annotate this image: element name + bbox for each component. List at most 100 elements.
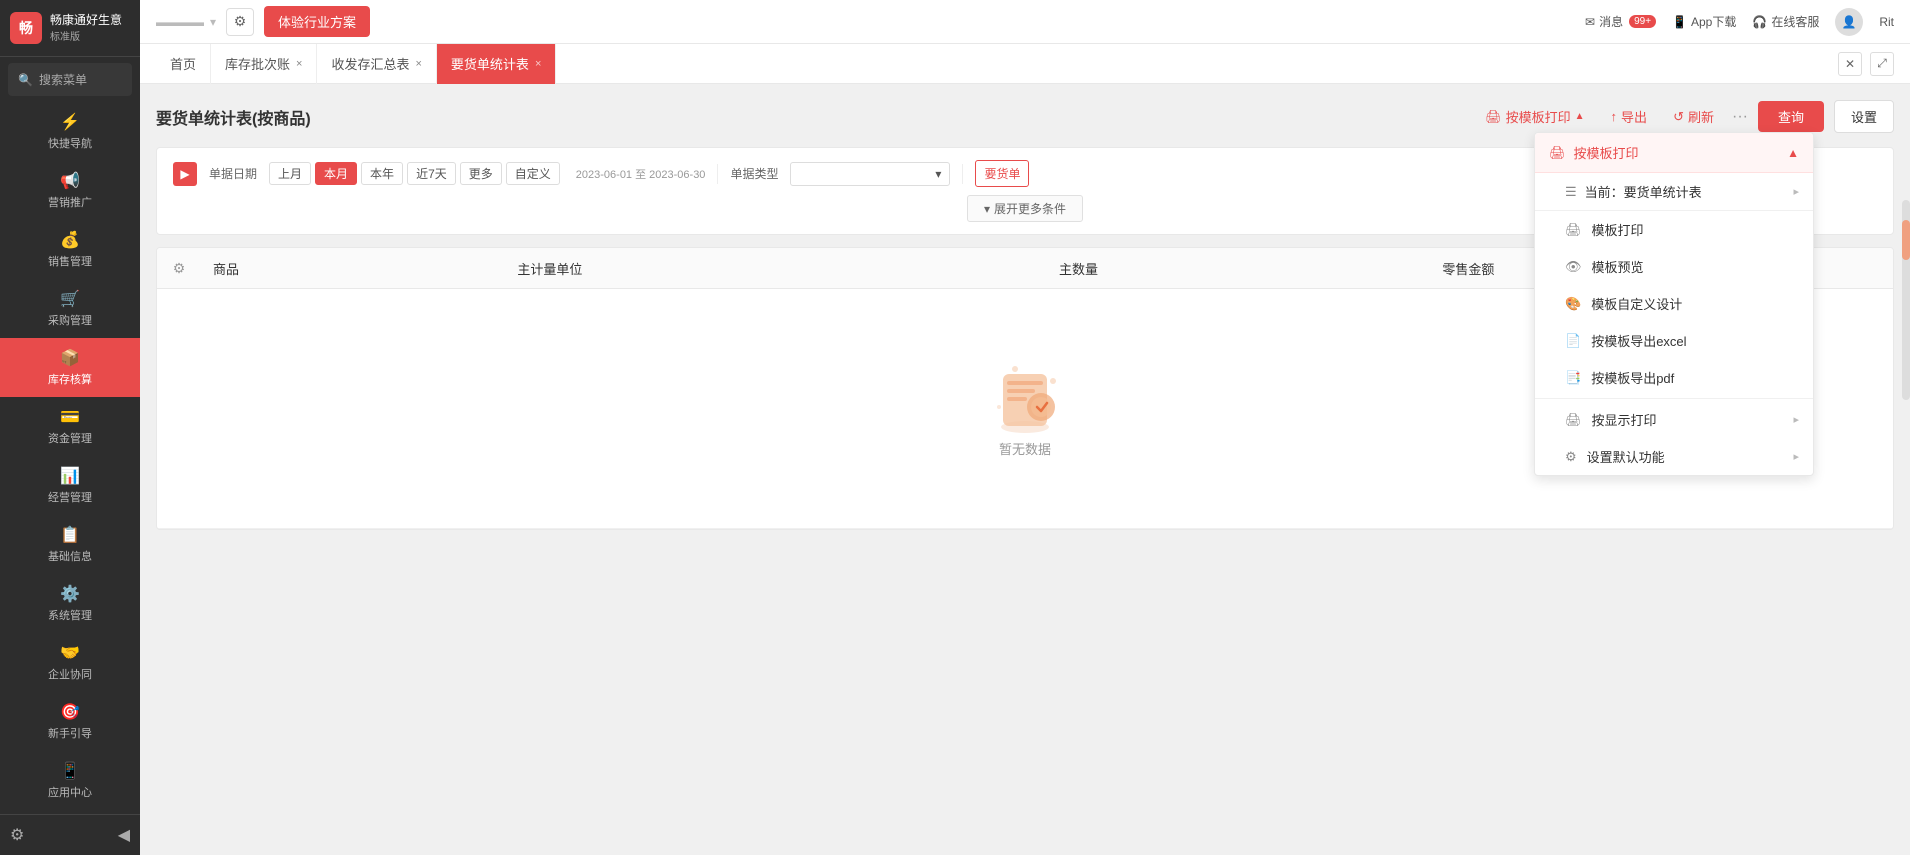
expand-more-button[interactable]: ▾ 展开更多条件 — [967, 195, 1083, 222]
sidebar-item-marketing[interactable]: 📢 营销推广 — [0, 161, 140, 220]
sidebar-nav: ⚡ 快捷导航 📢 营销推广 💰 销售管理 🛒 采购管理 📦 库存核算 💳 资金管… — [0, 102, 140, 814]
default-func-icon: ⚙ — [1565, 449, 1577, 465]
newbie-label: 新手引导 — [48, 725, 92, 741]
print-label: 按模板打印 — [1506, 107, 1571, 126]
template-preview-icon: 👁 — [1565, 259, 1582, 275]
username-label: Rit — [1879, 15, 1894, 29]
user-avatar[interactable]: 👤 — [1835, 8, 1863, 36]
sidebar-item-quick-nav[interactable]: ⚡ 快捷导航 — [0, 102, 140, 161]
dropdown-item-template-design[interactable]: 🎨 模板自定义设计 — [1535, 285, 1813, 322]
setting-button[interactable]: 设置 — [1834, 100, 1894, 133]
settings-footer-icon[interactable]: ⚙ — [10, 825, 24, 845]
order-type-select[interactable]: ▾ — [790, 162, 950, 186]
online-service-icon: 🎧 — [1752, 15, 1767, 29]
message-icon: ✉ — [1585, 15, 1595, 29]
more-actions-icon[interactable]: ··· — [1732, 108, 1748, 126]
date-btn-this-year[interactable]: 本年 — [361, 162, 403, 185]
topbar-settings-button[interactable]: ⚙ — [226, 8, 254, 36]
appstore-icon: 📱 — [60, 761, 80, 781]
tab-order-stats[interactable]: 要货单统计表 × — [437, 44, 556, 84]
tabs-close-all-button[interactable]: ✕ — [1838, 52, 1862, 76]
sales-icon: 💰 — [60, 230, 80, 250]
online-service-button[interactable]: 🎧 在线客服 — [1752, 13, 1819, 30]
marketing-label: 营销推广 — [48, 194, 92, 210]
right-scrollbar[interactable] — [1902, 200, 1910, 400]
sidebar-item-basic[interactable]: 📋 基础信息 — [0, 515, 140, 574]
refresh-button[interactable]: ↺ 刷新 — [1665, 103, 1722, 130]
finance-icon: 💳 — [60, 407, 80, 427]
sidebar-item-finance[interactable]: 💳 资金管理 — [0, 397, 140, 456]
date-btn-last-month[interactable]: 上月 — [269, 162, 311, 185]
finance-label: 资金管理 — [48, 430, 92, 446]
sidebar-item-sales[interactable]: 💰 销售管理 — [0, 220, 140, 279]
tab-receipt-summary[interactable]: 收发存汇总表 × — [317, 44, 436, 84]
tab-receipt-summary-label: 收发存汇总表 — [331, 54, 409, 73]
date-btn-7days[interactable]: 近7天 — [407, 162, 456, 185]
filter-expand-icon[interactable]: ▶ — [173, 162, 197, 186]
message-badge: 99+ — [1629, 15, 1656, 28]
filter-divider-1 — [717, 164, 718, 184]
tab-batch-account-close[interactable]: × — [296, 58, 302, 70]
display-print-icon: 🖨 — [1565, 412, 1582, 428]
sidebar-item-purchase[interactable]: 🛒 采购管理 — [0, 279, 140, 338]
tab-batch-account[interactable]: 库存批次账 × — [211, 44, 317, 84]
sidebar-item-inventory[interactable]: 📦 库存核算 — [0, 338, 140, 397]
col-quantity: 主数量 — [1047, 248, 1430, 289]
col-unit: 主计量单位 — [505, 248, 1047, 289]
purchase-icon: 🛒 — [60, 289, 80, 309]
dropdown-item-export-excel[interactable]: 📄 按模板导出excel — [1535, 322, 1813, 359]
template-preview-label: 模板预览 — [1592, 257, 1644, 276]
filter-divider-2 — [962, 164, 963, 184]
print-template-button[interactable]: 🖨 按模板打印 ▲ — [1477, 103, 1592, 130]
dropdown-item-export-pdf[interactable]: 📑 按模板导出pdf — [1535, 359, 1813, 396]
dropdown-current-item[interactable]: ☰ 当前：要货单统计表 ▸ — [1535, 173, 1813, 211]
marketing-icon: 📢 — [60, 171, 80, 191]
message-label: 消息 — [1599, 13, 1623, 30]
quick-nav-icon: ⚡ — [60, 112, 80, 132]
app-download-button[interactable]: 📱 App下载 — [1672, 13, 1736, 30]
print-icon: 🖨 — [1485, 109, 1502, 125]
sidebar-item-operation[interactable]: 📊 经营管理 — [0, 456, 140, 515]
export-label: 导出 — [1621, 107, 1647, 126]
date-btn-custom[interactable]: 自定义 — [506, 162, 560, 185]
sidebar-search[interactable]: 🔍 搜索菜单 — [8, 63, 132, 96]
dropdown-item-display-print[interactable]: 🖨 按显示打印 ▸ — [1535, 401, 1813, 438]
app-sub: 标准版 — [50, 28, 122, 43]
tabs-expand-button[interactable]: ⤢ — [1870, 52, 1894, 76]
online-service-label: 在线客服 — [1771, 13, 1819, 30]
inventory-label: 库存核算 — [48, 371, 92, 387]
breadcrumb-text: ▬▬▬▬ — [156, 15, 204, 29]
sidebar-item-corp[interactable]: 🤝 企业协同 — [0, 633, 140, 692]
date-btn-more[interactable]: 更多 — [460, 162, 502, 185]
expand-more-icon: ▾ — [984, 202, 990, 216]
sidebar-item-system[interactable]: ⚙️ 系统管理 — [0, 574, 140, 633]
quick-nav-label: 快捷导航 — [48, 135, 92, 151]
logo-icon: 畅 — [10, 12, 42, 44]
industry-solution-button[interactable]: 体验行业方案 — [264, 6, 370, 37]
dropdown-item-default-func[interactable]: ⚙ 设置默认功能 ▸ — [1535, 438, 1813, 475]
search-icon: 🔍 — [18, 73, 33, 87]
app-download-icon: 📱 — [1672, 15, 1687, 29]
audio-footer-icon[interactable]: ◀ — [118, 825, 130, 845]
main-content: ▬▬▬▬ ▾ ⚙ 体验行业方案 ✉ 消息 99+ 📱 App下载 🎧 在线客服 … — [140, 0, 1910, 855]
date-btn-this-month[interactable]: 本月 — [315, 162, 357, 185]
newbie-icon: 🎯 — [60, 702, 80, 722]
query-button[interactable]: 查询 — [1758, 101, 1824, 132]
dropdown-item-template-preview[interactable]: 👁 模板预览 — [1535, 248, 1813, 285]
sidebar-item-newbie[interactable]: 🎯 新手引导 — [0, 692, 140, 751]
dropdown-item-template-print[interactable]: 🖨 模板打印 — [1535, 211, 1813, 248]
export-excel-icon: 📄 — [1565, 333, 1581, 349]
sidebar-item-appstore[interactable]: 📱 应用中心 — [0, 751, 140, 810]
sidebar: 畅 畅康通好生意 标准版 🔍 搜索菜单 ⚡ 快捷导航 📢 营销推广 💰 销售管理… — [0, 0, 140, 855]
tab-home[interactable]: 首页 — [156, 44, 211, 84]
default-func-chevron: ▸ — [1793, 450, 1799, 463]
inventory-icon: 📦 — [60, 348, 80, 368]
export-button[interactable]: ↑ 导出 — [1603, 103, 1656, 130]
dropdown-header[interactable]: 🖨 按模板打印 ▲ — [1535, 133, 1813, 173]
tab-order-stats-close[interactable]: × — [535, 58, 541, 70]
default-func-label: 设置默认功能 — [1587, 447, 1665, 466]
message-button[interactable]: ✉ 消息 99+ — [1585, 13, 1656, 30]
empty-text: 暂无数据 — [999, 439, 1051, 458]
table-settings-icon[interactable]: ⚙ — [169, 258, 189, 278]
tab-receipt-summary-close[interactable]: × — [415, 58, 421, 70]
